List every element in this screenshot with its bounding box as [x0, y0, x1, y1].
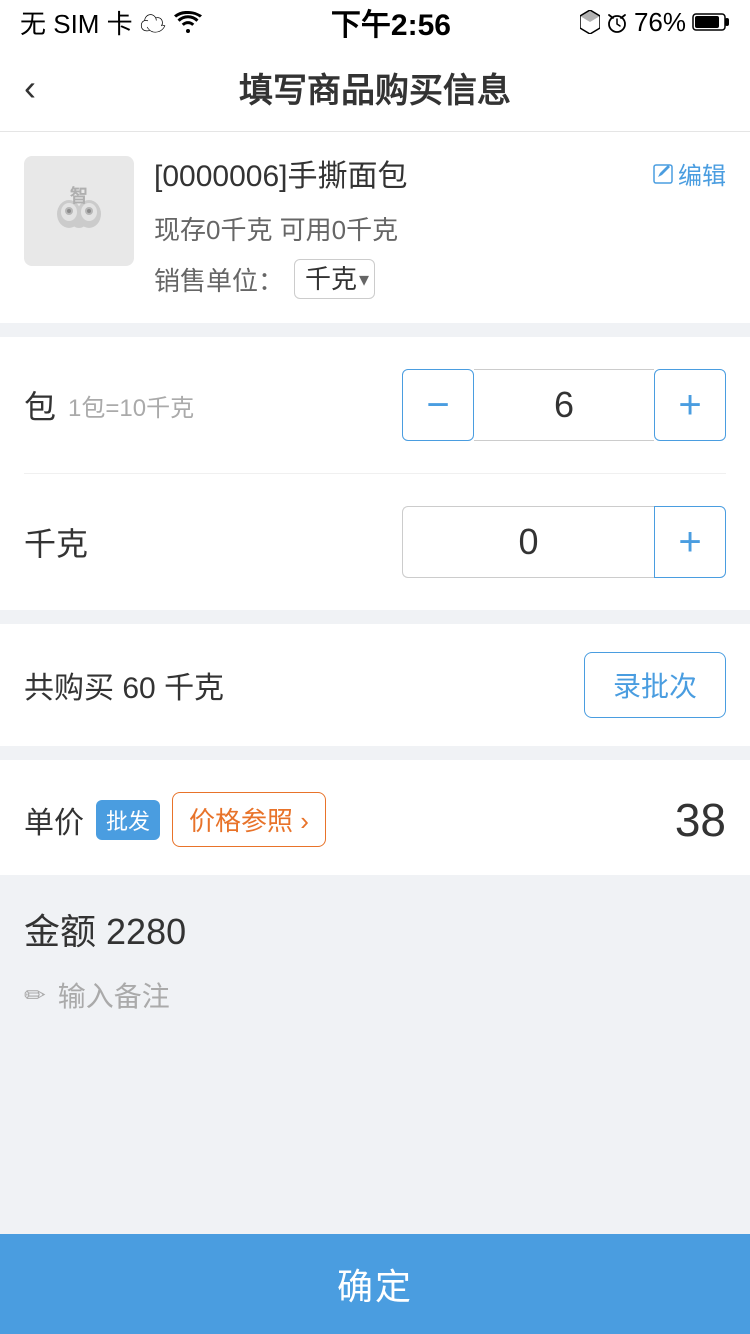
location-icon [580, 10, 600, 34]
battery-icon [692, 12, 730, 32]
alarm-icon [606, 11, 628, 33]
remark-row[interactable]: ✏ 输入备注 [24, 975, 726, 1015]
unit-select[interactable]: 千克 包 [294, 259, 375, 299]
product-name: [0000006]手撕面包 [154, 156, 407, 198]
price-section: 单价 批发 价格参照 › 38 [0, 760, 750, 875]
spacer [0, 1043, 750, 1234]
product-section: 智 [0000006]手撕面包 编辑 现存0千克 可用0千克 销售单位： 千克 … [0, 132, 750, 323]
bao-hint: 1包=10千克 [68, 388, 194, 423]
unit-select-wrap[interactable]: 千克 包 [294, 259, 375, 299]
page-title: 填写商品购买信息 [239, 63, 511, 112]
product-unit: 销售单位： 千克 包 [154, 259, 726, 299]
kg-row: 千克 + [24, 474, 726, 610]
amount-section: 金额 2280 ✏ 输入备注 [0, 875, 750, 1043]
price-label: 单价 [24, 798, 84, 842]
total-amount: 60 [122, 672, 155, 705]
product-thumbnail: 智 [49, 186, 109, 236]
product-image: 智 [24, 156, 134, 266]
bao-label: 包 1包=10千克 [24, 382, 194, 428]
amount-value: 2280 [106, 911, 186, 952]
kg-plus-button[interactable]: + [654, 506, 726, 578]
bao-plus-button[interactable]: + [654, 369, 726, 441]
status-left: 无 SIM 卡 ☁ [20, 4, 202, 41]
total-section: 共购买 60 千克 录批次 [0, 624, 750, 746]
total-text: 共购买 60 千克 [24, 663, 224, 707]
nav-bar: ‹ 填写商品购买信息 [0, 44, 750, 132]
product-stock: 现存0千克 可用0千克 [154, 210, 726, 247]
bao-minus-button[interactable]: − [402, 369, 474, 441]
batch-button[interactable]: 录批次 [584, 652, 726, 718]
back-button[interactable]: ‹ [24, 67, 36, 109]
amount-row: 金额 2280 [24, 903, 726, 955]
bao-controls: − + [402, 369, 726, 441]
price-left: 单价 批发 价格参照 › [24, 792, 326, 847]
price-ref-button[interactable]: 价格参照 › [172, 792, 326, 847]
battery-text: 76% [634, 7, 686, 38]
svg-text:智: 智 [70, 186, 88, 206]
sim-text: 无 SIM 卡 ☁ [20, 4, 166, 41]
price-row: 单价 批发 价格参照 › 38 [24, 792, 726, 847]
kg-input[interactable] [402, 506, 654, 578]
kg-controls: + [402, 506, 726, 578]
wifi-icon [174, 11, 202, 33]
status-time: 下午2:56 [331, 0, 451, 44]
price-tag: 批发 [96, 800, 160, 840]
kg-label: 千克 [24, 519, 88, 565]
product-info: [0000006]手撕面包 编辑 现存0千克 可用0千克 销售单位： 千克 包 [154, 156, 726, 299]
status-bar: 无 SIM 卡 ☁ 下午2:56 76% [0, 0, 750, 44]
bao-input[interactable] [474, 369, 654, 441]
remark-icon: ✏ [24, 980, 46, 1011]
edit-button[interactable]: 编辑 [652, 156, 726, 191]
input-section: 包 1包=10千克 − + 千克 + [0, 337, 750, 610]
status-right: 76% [580, 7, 730, 38]
price-value: 38 [675, 793, 726, 847]
edit-icon [652, 163, 674, 185]
confirm-button[interactable]: 确定 [0, 1234, 750, 1334]
remark-placeholder: 输入备注 [58, 975, 170, 1015]
bao-row: 包 1包=10千克 − + [24, 337, 726, 474]
